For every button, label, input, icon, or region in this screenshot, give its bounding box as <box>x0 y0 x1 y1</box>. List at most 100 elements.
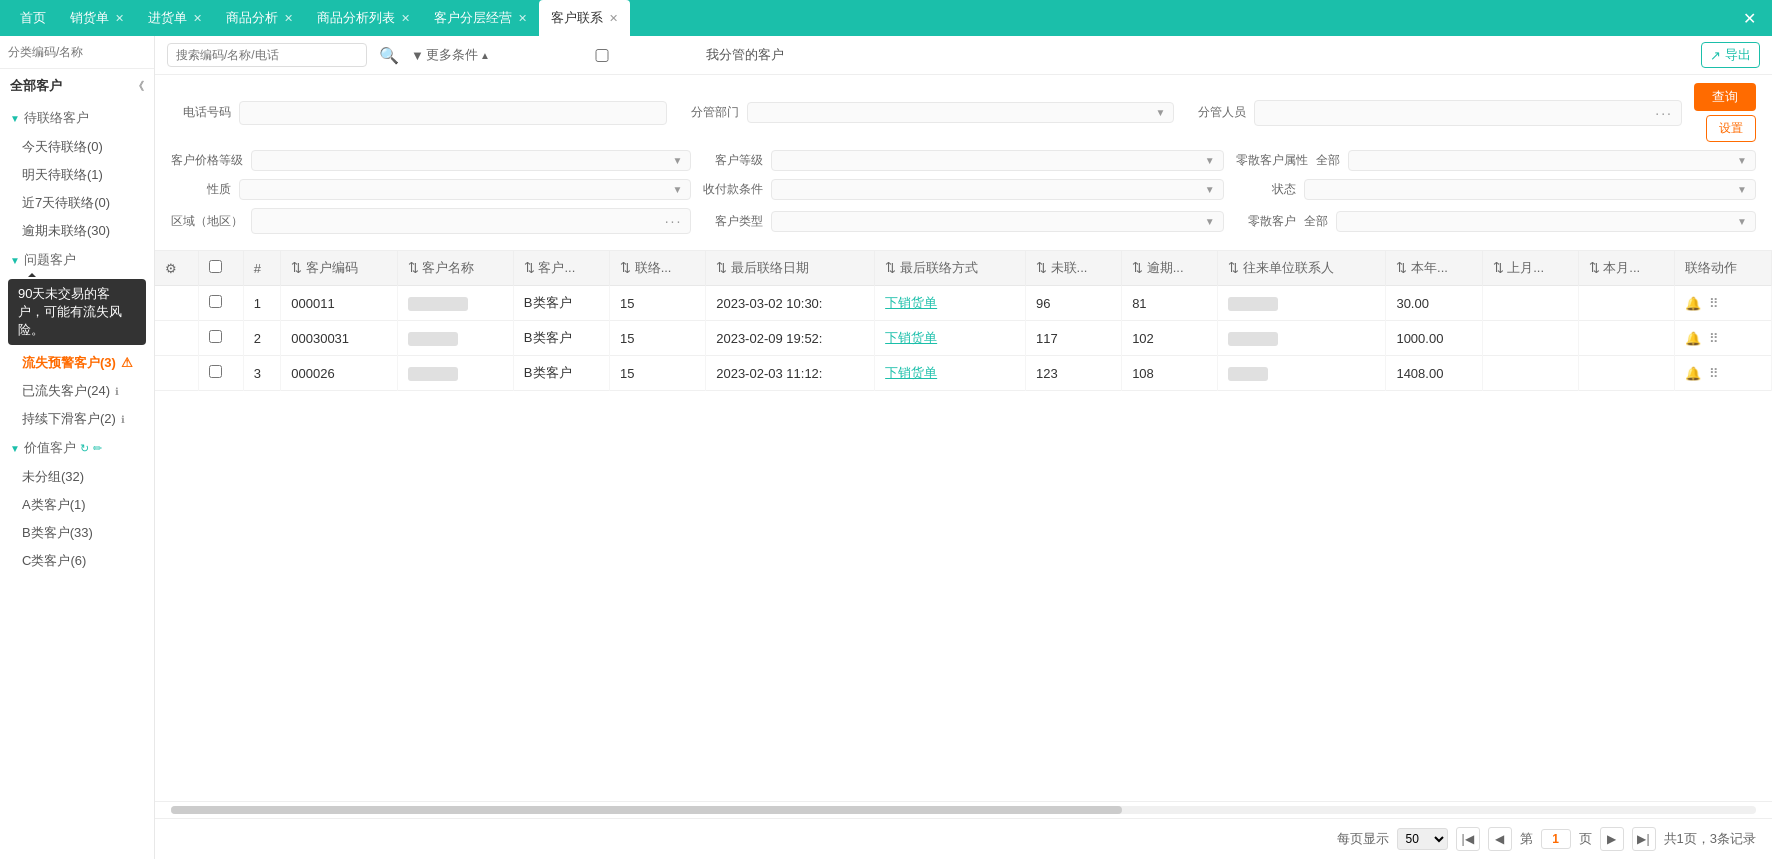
page-number-input[interactable] <box>1541 829 1571 849</box>
horizontal-scrollbar[interactable] <box>155 801 1772 818</box>
filter-search-button[interactable]: 🔍 <box>379 46 399 65</box>
action-contact-icon[interactable]: 🔔 <box>1685 331 1701 346</box>
tab-close-customer-contact[interactable]: ✕ <box>609 12 618 25</box>
tab-home[interactable]: 首页 <box>8 0 58 36</box>
row-checkbox[interactable] <box>209 330 222 343</box>
window-close-button[interactable]: ✕ <box>1735 9 1764 28</box>
sidebar-item-class-b[interactable]: B类客户(33) <box>0 519 154 547</box>
cell-action[interactable]: 🔔 ⠿ <box>1674 356 1771 391</box>
sidebar-group-value[interactable]: ▼ 价值客户 ↻ ✏ <box>0 433 154 463</box>
sidebar-item-class-c[interactable]: C类客户(6) <box>0 547 154 575</box>
tab-purchase-order[interactable]: 进货单 ✕ <box>136 0 214 36</box>
customer-level-select[interactable]: ▼ <box>771 150 1223 171</box>
tab-sales-order[interactable]: 销货单 ✕ <box>58 0 136 36</box>
sidebar-item-class-a[interactable]: A类客户(1) <box>0 491 154 519</box>
gender-select[interactable]: ▼ <box>239 179 691 200</box>
tab-close-sales-order[interactable]: ✕ <box>115 12 124 25</box>
phone-input[interactable] <box>239 101 667 125</box>
sidebar-item-ungroup[interactable]: 未分组(32) <box>0 463 154 491</box>
price-level-select[interactable]: ▼ <box>251 150 691 171</box>
last-method-link[interactable]: 下销货单 <box>885 365 937 380</box>
sidebar-all-customers[interactable]: 全部客户 《 <box>0 69 154 103</box>
region-dots[interactable]: ··· <box>665 213 683 229</box>
tab-customer-contact[interactable]: 客户联系 ✕ <box>539 0 630 36</box>
tab-product-analysis-list[interactable]: 商品分析列表 ✕ <box>305 0 422 36</box>
settings-button[interactable]: 设置 <box>1706 115 1756 142</box>
col-unit-contacts[interactable]: ⇅ 往来单位联系人 <box>1218 251 1386 286</box>
sidebar-item-7days-contact[interactable]: 近7天待联络(0) <box>0 189 154 217</box>
my-customers-filter[interactable]: 我分管的客户 <box>502 46 784 64</box>
action-more-icon[interactable]: ⠿ <box>1709 296 1719 311</box>
row-checkbox[interactable] <box>209 295 222 308</box>
sidebar-item-today-contact[interactable]: 今天待联络(0) <box>0 133 154 161</box>
col-last-month[interactable]: ⇅ 上月... <box>1482 251 1578 286</box>
col-last-date[interactable]: ⇅ 最后联络日期 <box>706 251 875 286</box>
my-customers-checkbox[interactable] <box>502 49 702 62</box>
sidebar-item-overdue-contact[interactable]: 逾期未联络(30) <box>0 217 154 245</box>
col-last-method[interactable]: ⇅ 最后联络方式 <box>875 251 1026 286</box>
cell-action[interactable]: 🔔 ⠿ <box>1674 321 1771 356</box>
customer-type-select[interactable]: ▼ <box>771 211 1223 232</box>
col-this-month[interactable]: ⇅ 本月... <box>1578 251 1674 286</box>
cell-checkbox[interactable] <box>198 321 243 356</box>
retail-attr-select[interactable]: ▼ <box>1348 150 1756 171</box>
tab-close-customer-tier[interactable]: ✕ <box>518 12 527 25</box>
next-page-button[interactable]: ▶ <box>1600 827 1624 851</box>
select-all-checkbox[interactable] <box>209 260 222 273</box>
tab-close-product-analysis-list[interactable]: ✕ <box>401 12 410 25</box>
cell-checkbox[interactable] <box>198 356 243 391</box>
tab-close-product-analysis[interactable]: ✕ <box>284 12 293 25</box>
filter-more-conditions[interactable]: ▼ 更多条件 ▲ <box>411 46 490 64</box>
refresh-icon-value[interactable]: ↻ <box>80 442 89 455</box>
row-checkbox[interactable] <box>209 365 222 378</box>
dept-select[interactable]: ▼ <box>747 102 1175 123</box>
sidebar-group-problem[interactable]: ▼ 问题客户 <box>0 245 154 275</box>
col-checkbox[interactable] <box>198 251 243 286</box>
col-code[interactable]: ⇅ 客户编码 <box>281 251 397 286</box>
last-method-link[interactable]: 下销货单 <box>885 330 937 345</box>
sidebar-item-churned[interactable]: 已流失客户(24) ℹ <box>0 377 154 405</box>
search-input[interactable] <box>167 43 367 67</box>
col-name[interactable]: ⇅ 客户名称 <box>397 251 513 286</box>
export-button[interactable]: ↗ 导出 <box>1701 42 1760 68</box>
action-more-icon[interactable]: ⠿ <box>1709 331 1719 346</box>
action-more-icon[interactable]: ⠿ <box>1709 366 1719 381</box>
col-overdue[interactable]: ⇅ 逾期... <box>1122 251 1218 286</box>
tab-customer-tier[interactable]: 客户分层经营 ✕ <box>422 0 539 36</box>
cell-this-year: 30.00 <box>1386 286 1482 321</box>
cell-checkbox[interactable] <box>198 286 243 321</box>
prev-page-button[interactable]: ◀ <box>1488 827 1512 851</box>
sidebar-group-pending[interactable]: ▼ 待联络客户 <box>0 103 154 133</box>
region-select[interactable]: ··· <box>251 208 691 234</box>
col-type[interactable]: ⇅ 客户... <box>513 251 609 286</box>
cell-last-method[interactable]: 下销货单 <box>875 356 1026 391</box>
customer-level-label: 客户等级 <box>703 152 763 169</box>
sidebar-search-input[interactable] <box>8 45 155 59</box>
last-page-button[interactable]: ▶| <box>1632 827 1656 851</box>
edit-icon-value[interactable]: ✏ <box>93 442 102 455</box>
tab-close-purchase-order[interactable]: ✕ <box>193 12 202 25</box>
status-select[interactable]: ▼ <box>1304 179 1756 200</box>
manager-select[interactable]: ··· <box>1254 100 1682 126</box>
col-this-year[interactable]: ⇅ 本年... <box>1386 251 1482 286</box>
last-method-link[interactable]: 下销货单 <box>885 295 937 310</box>
action-contact-icon[interactable]: 🔔 <box>1685 296 1701 311</box>
scrollbar-thumb[interactable] <box>171 806 1122 814</box>
col-not-contacted[interactable]: ⇅ 未联... <box>1025 251 1121 286</box>
retail-customer-select[interactable]: ▼ <box>1336 211 1756 232</box>
first-page-button[interactable]: |◀ <box>1456 827 1480 851</box>
col-contacts[interactable]: ⇅ 联络... <box>610 251 706 286</box>
cell-last-method[interactable]: 下销货单 <box>875 321 1026 356</box>
cell-action[interactable]: 🔔 ⠿ <box>1674 286 1771 321</box>
manager-dots[interactable]: ··· <box>1655 105 1673 121</box>
sidebar-item-declining[interactable]: 持续下滑客户(2) ℹ <box>0 405 154 433</box>
tab-product-analysis[interactable]: 商品分析 ✕ <box>214 0 305 36</box>
action-contact-icon[interactable]: 🔔 <box>1685 366 1701 381</box>
cell-last-method[interactable]: 下销货单 <box>875 286 1026 321</box>
sidebar-item-tomorrow-contact[interactable]: 明天待联络(1) <box>0 161 154 189</box>
query-button[interactable]: 查询 <box>1694 83 1756 111</box>
per-page-select[interactable]: 50 100 200 <box>1397 828 1448 850</box>
sidebar-item-churn-warning[interactable]: 流失预警客户(3) ⚠ <box>0 349 154 377</box>
payment-select[interactable]: ▼ <box>771 179 1223 200</box>
col-settings[interactable]: ⚙ <box>155 251 198 286</box>
